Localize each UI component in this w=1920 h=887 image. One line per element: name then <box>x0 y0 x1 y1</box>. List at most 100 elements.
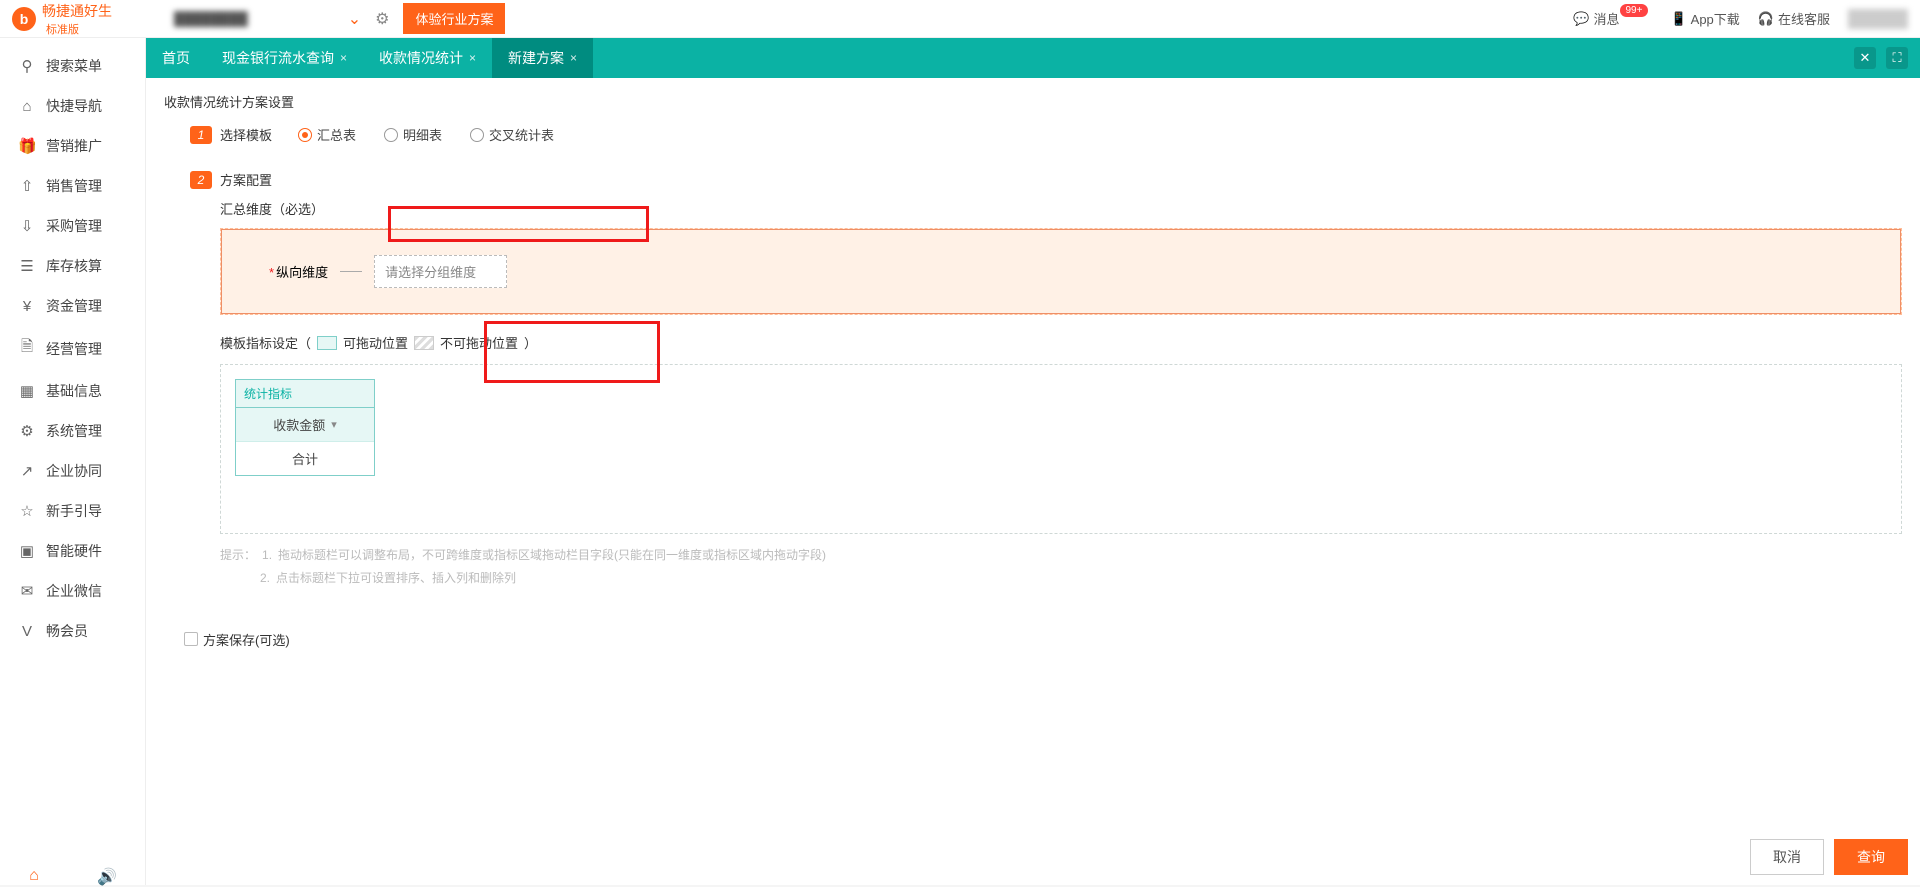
save-plan-checkbox[interactable] <box>184 632 198 646</box>
metric-config-block: 统计指标 收款金额 ▾ 合计 <box>220 364 1902 534</box>
topbar-right: 💬 消息 99+ 📱 App下载 🎧 在线客服 <box>1573 9 1908 29</box>
radio-label: 交叉统计表 <box>489 125 554 144</box>
sidebar-label: 资金管理 <box>46 296 102 316</box>
template-radio-group: 汇总表 明细表 交叉统计表 <box>298 125 554 144</box>
sidebar-item-9[interactable]: ⚙系统管理 <box>0 411 145 451</box>
save-plan-row[interactable]: 方案保存(可选) <box>184 630 1902 649</box>
sidebar-label: 企业协同 <box>46 461 102 481</box>
metric-amount-row[interactable]: 收款金额 ▾ <box>236 408 374 442</box>
close-icon[interactable]: × <box>469 51 476 65</box>
sidebar-item-3[interactable]: ⇧销售管理 <box>0 166 145 206</box>
metric-total-row[interactable]: 合计 <box>236 442 374 475</box>
chevron-down-icon[interactable]: ⌄ <box>348 9 361 29</box>
sidebar-label: 采购管理 <box>46 216 102 236</box>
sidebar-item-8[interactable]: ▦基础信息 <box>0 371 145 411</box>
sidebar-icon: ¥ <box>18 298 36 315</box>
app-download-link[interactable]: 📱 App下载 <box>1670 9 1739 28</box>
summary-dimension-block: *纵向维度 请选择分组维度 <box>220 228 1902 315</box>
radio-icon <box>298 128 312 142</box>
sidebar-item-5[interactable]: ☰库存核算 <box>0 246 145 286</box>
close-icon[interactable]: × <box>570 51 577 65</box>
tip-2: 点击标题栏下拉可设置排序、插入列和删除列 <box>276 567 516 590</box>
chat-icon: 💬 <box>1573 11 1589 27</box>
sidebar-item-7[interactable]: 🗎 经营管理 <box>0 326 145 371</box>
trial-industry-button[interactable]: 体验行业方案 <box>403 3 505 34</box>
sidebar-item-10[interactable]: ↗ 企业协同 <box>0 451 145 491</box>
tab-label: 现金银行流水查询 <box>222 48 334 68</box>
vertical-dimension-row: *纵向维度 请选择分组维度 <box>269 255 1883 288</box>
company-selector[interactable]: ████████ <box>174 11 248 26</box>
sidebar-item-1[interactable]: ⌂快捷导航 <box>0 86 145 126</box>
tab-2[interactable]: 收款情况统计× <box>363 38 492 78</box>
messages-link[interactable]: 💬 消息 99+ <box>1573 9 1652 28</box>
sidebar-item-11[interactable]: ☆新手引导 <box>0 491 145 531</box>
radio-label: 明细表 <box>403 125 442 144</box>
tip-1-num: 1. <box>262 544 272 567</box>
nondraggable-swatch <box>414 336 434 350</box>
sidebar-label: 快捷导航 <box>46 96 102 116</box>
legend-suffix: ） <box>524 333 537 352</box>
vertical-dim-selector[interactable]: 请选择分组维度 <box>374 255 507 288</box>
sidebar-bottom-icons: ⌂ 🔊 <box>0 867 146 885</box>
tip-2-num: 2. <box>260 567 270 590</box>
sidebar-icon: 🗎 <box>18 336 36 361</box>
config-area: 汇总维度（必选） *纵向维度 请选择分组维度 模板指标设定（ 可拖动位置 不可拖… <box>220 199 1902 590</box>
chevron-down-icon[interactable]: ▾ <box>331 418 337 431</box>
radio-icon <box>384 128 398 142</box>
sidebar-item-14[interactable]: V 畅会员 <box>0 611 145 651</box>
gear-icon[interactable]: ⚙ <box>375 9 389 29</box>
content-pane: 收款情况统计方案设置 1 选择模板 汇总表明细表交叉统计表 2 方案配置 汇总维… <box>146 78 1920 885</box>
page-title: 收款情况统计方案设置 <box>164 92 1902 111</box>
metric-card[interactable]: 统计指标 收款金额 ▾ 合计 <box>235 379 375 476</box>
brand-logo: b 畅捷通好生 标准版 <box>12 1 144 37</box>
legend-prefix: 模板指标设定（ <box>220 333 311 352</box>
cancel-button[interactable]: 取消 <box>1750 839 1824 875</box>
headset-icon: 🎧 <box>1758 11 1774 27</box>
sidebar-item-4[interactable]: ⇩采购管理 <box>0 206 145 246</box>
tab-3[interactable]: 新建方案× <box>492 38 593 78</box>
summary-dim-title: 汇总维度（必选） <box>220 199 1902 218</box>
main-area: 首页现金银行流水查询×收款情况统计×新建方案× ✕ ⛶ 收款情况统计方案设置 1… <box>146 38 1920 885</box>
support-label: 在线客服 <box>1778 9 1830 28</box>
sound-icon[interactable]: 🔊 <box>97 867 117 885</box>
sidebar-item-0[interactable]: ⚲搜索菜单 <box>0 46 145 86</box>
query-button[interactable]: 查询 <box>1834 839 1908 875</box>
support-link[interactable]: 🎧 在线客服 <box>1758 9 1830 28</box>
metric-legend: 模板指标设定（ 可拖动位置 不可拖动位置 ） <box>220 333 1902 352</box>
sidebar-label: 经营管理 <box>46 339 102 359</box>
save-plan-label: 方案保存(可选) <box>203 630 290 649</box>
sidebar-item-2[interactable]: 🎁 营销推广 <box>0 126 145 166</box>
sidebar-item-13[interactable]: ✉ 企业微信 <box>0 571 145 611</box>
brand-name: 畅捷通好生 <box>42 1 112 21</box>
template-radio-1[interactable]: 明细表 <box>384 125 442 144</box>
sidebar-item-6[interactable]: ¥ 资金管理 <box>0 286 145 326</box>
sidebar-icon: ☆ <box>18 502 36 520</box>
home-icon[interactable]: ⌂ <box>29 867 39 885</box>
step-1-badge: 1 <box>190 126 212 144</box>
close-icon[interactable]: × <box>340 51 347 65</box>
template-radio-2[interactable]: 交叉统计表 <box>470 125 554 144</box>
tab-0[interactable]: 首页 <box>146 38 206 78</box>
template-radio-0[interactable]: 汇总表 <box>298 125 356 144</box>
sidebar-icon: ⚙ <box>18 422 36 440</box>
sidebar-icon: 🎁 <box>18 137 36 155</box>
sidebar-icon: ⚲ <box>18 57 36 75</box>
logo-icon: b <box>12 7 36 31</box>
sidebar-icon: ✉ <box>18 582 36 600</box>
user-avatar[interactable] <box>1848 9 1908 29</box>
sidebar-item-12[interactable]: ▣智能硬件 <box>0 531 145 571</box>
sidebar-icon: V <box>18 623 36 640</box>
brand-edition: 标准版 <box>46 21 112 37</box>
tips-block: 提示： 1. 拖动标题栏可以调整布局，不可跨维度或指标区域拖动栏目字段(只能在同… <box>220 544 1902 590</box>
sidebar-label: 企业微信 <box>46 581 102 601</box>
tab-1[interactable]: 现金银行流水查询 × <box>206 38 363 78</box>
legend-nondraggable-label: 不可拖动位置 <box>440 333 518 352</box>
sidebar-icon: ↗ <box>18 462 36 480</box>
sidebar-label: 营销推广 <box>46 136 102 156</box>
sidebar-label: 畅会员 <box>46 621 88 641</box>
draggable-swatch <box>317 336 337 350</box>
radio-icon <box>470 128 484 142</box>
fullscreen-icon[interactable]: ⛶ <box>1886 47 1908 69</box>
close-all-tabs-icon[interactable]: ✕ <box>1854 47 1876 69</box>
sidebar-icon: ☰ <box>18 257 36 275</box>
